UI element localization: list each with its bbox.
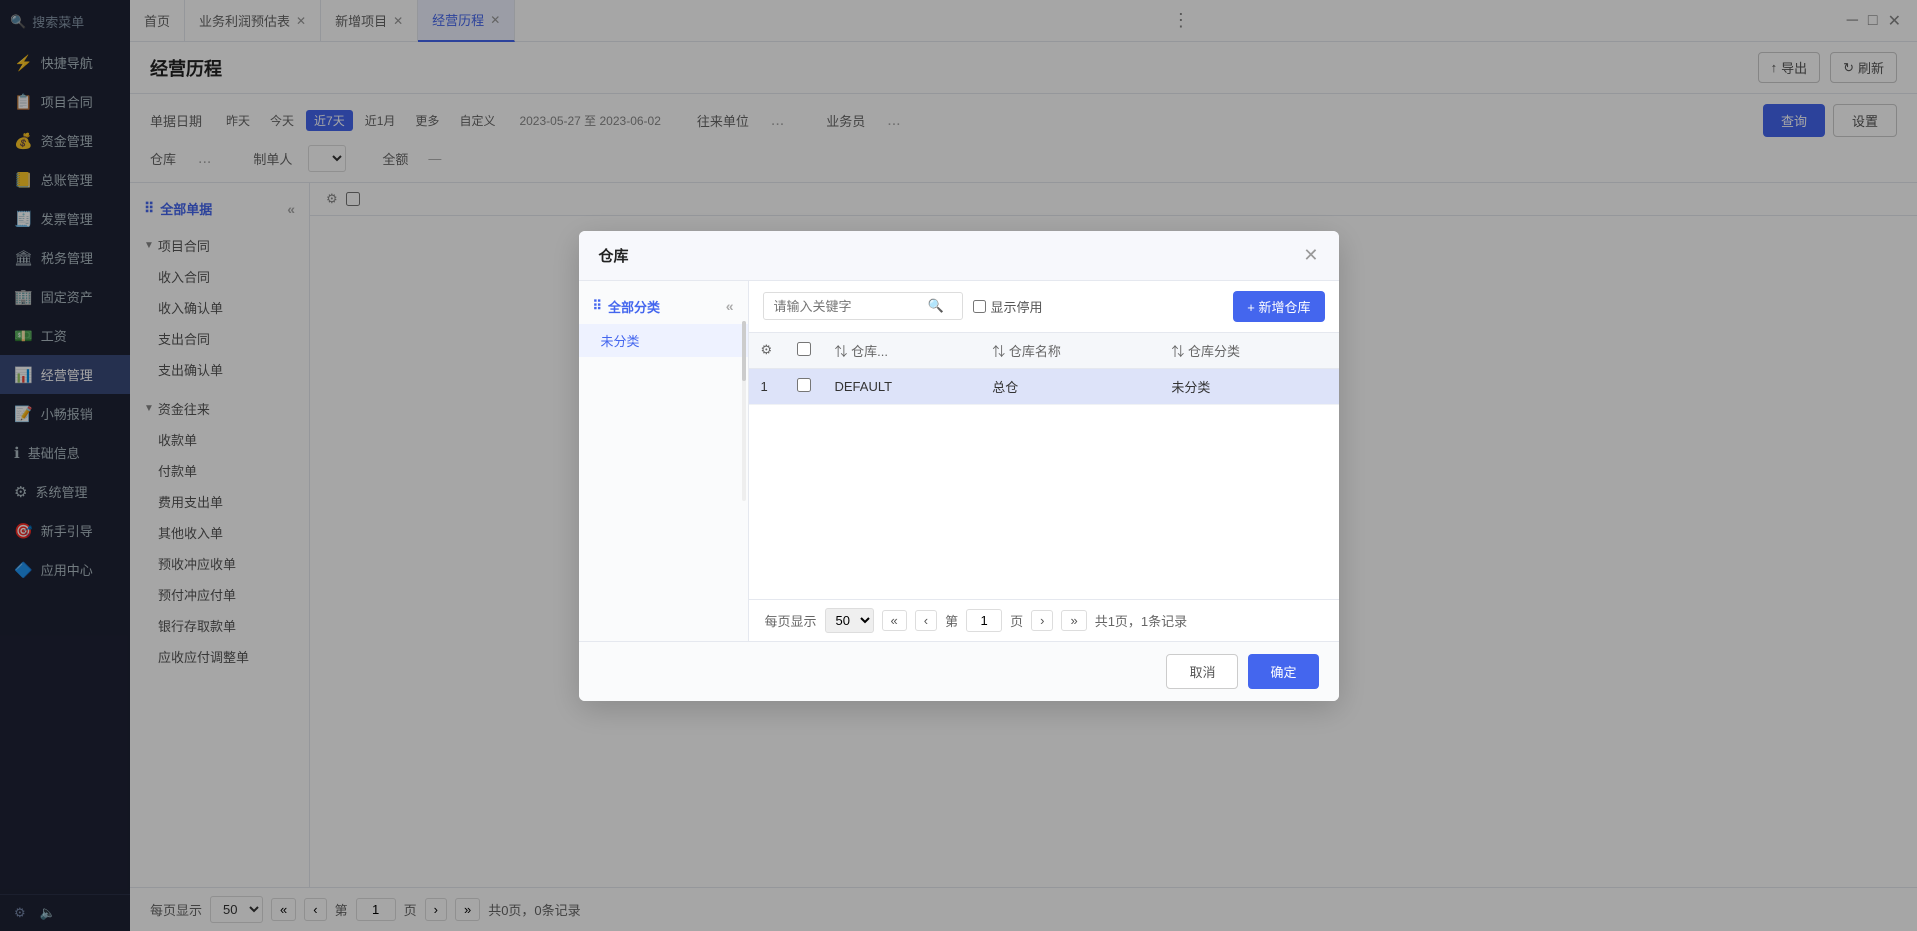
show-disabled-checkbox[interactable] (973, 300, 986, 313)
modal-jump-label: 第 (945, 611, 958, 630)
modal-tree-all-label: 全部分类 (608, 297, 660, 316)
modal-body: ⠿ 全部分类 « 未分类 🔍 (579, 281, 1339, 641)
row-index: 1 (749, 368, 785, 404)
modal-search-input[interactable] (774, 299, 924, 314)
row-select-checkbox[interactable] (797, 378, 811, 392)
th-warehouse-category: ⇅ 仓库分类 (1159, 333, 1338, 369)
modal-footer: 取消 确定 (579, 641, 1339, 701)
modal-total-label: 共1页，1条记录 (1095, 611, 1187, 630)
modal-page-label: 页 (1010, 611, 1023, 630)
modal-search-container: 🔍 (763, 292, 963, 320)
confirm-button[interactable]: 确定 (1248, 654, 1318, 689)
modal-table: ⚙ ⇅ 仓库... ⇅ 仓库名称 (749, 333, 1339, 405)
row-checkbox[interactable] (785, 368, 823, 404)
table-row[interactable]: 1 DEFAULT 总仓 未分类 (749, 368, 1339, 404)
modal-last-page-btn[interactable]: » (1061, 610, 1086, 631)
modal-select-all[interactable] (797, 342, 811, 356)
modal-tree-all[interactable]: ⠿ 全部分类 « (579, 289, 748, 324)
modal-per-page-select[interactable]: 50 (825, 608, 874, 633)
table-settings-icon[interactable]: ⚙ (761, 342, 773, 357)
modal-close-button[interactable]: ✕ (1303, 245, 1318, 266)
modal-prev-page-btn[interactable]: ‹ (915, 610, 937, 631)
modal-search-icon[interactable]: 🔍 (928, 298, 944, 314)
cancel-button[interactable]: 取消 (1166, 654, 1238, 689)
modal-header: 仓库 ✕ (579, 231, 1339, 281)
modal-toolbar: 🔍 显示停用 + 新增仓库 (749, 281, 1339, 333)
warehouse-modal: 仓库 ✕ ⠿ 全部分类 « 未分类 (579, 231, 1339, 701)
modal-tree-item-unclassified[interactable]: 未分类 (579, 324, 748, 357)
show-disabled-text: 显示停用 (991, 297, 1043, 316)
row-category: 未分类 (1159, 368, 1338, 404)
modal-tree: ⠿ 全部分类 « 未分类 (579, 281, 749, 641)
th-settings[interactable]: ⚙ (749, 333, 785, 369)
modal-table-wrap: ⚙ ⇅ 仓库... ⇅ 仓库名称 (749, 333, 1339, 599)
modal-next-page-btn[interactable]: › (1031, 610, 1053, 631)
th-warehouse-name: ⇅ 仓库名称 (980, 333, 1159, 369)
row-code: DEFAULT (823, 368, 981, 404)
modal-overlay: 仓库 ✕ ⠿ 全部分类 « 未分类 (0, 0, 1917, 931)
th-warehouse-code: ⇅ 仓库... (823, 333, 981, 369)
modal-page-input[interactable] (966, 609, 1002, 632)
add-warehouse-button[interactable]: + 新增仓库 (1233, 291, 1324, 322)
tree-grid-icon: ⠿ (593, 298, 603, 314)
show-disabled-label[interactable]: 显示停用 (973, 297, 1043, 316)
modal-title: 仓库 (599, 245, 629, 266)
modal-content-area: 🔍 显示停用 + 新增仓库 ⚙ (749, 281, 1339, 641)
modal-first-page-btn[interactable]: « (882, 610, 907, 631)
modal-pagination: 每页显示 50 « ‹ 第 页 › » 共1页，1条记录 (749, 599, 1339, 641)
modal-tree-collapse[interactable]: « (726, 298, 734, 314)
th-checkbox[interactable] (785, 333, 823, 369)
row-name: 总仓 (980, 368, 1159, 404)
modal-per-page-label: 每页显示 (765, 611, 817, 630)
